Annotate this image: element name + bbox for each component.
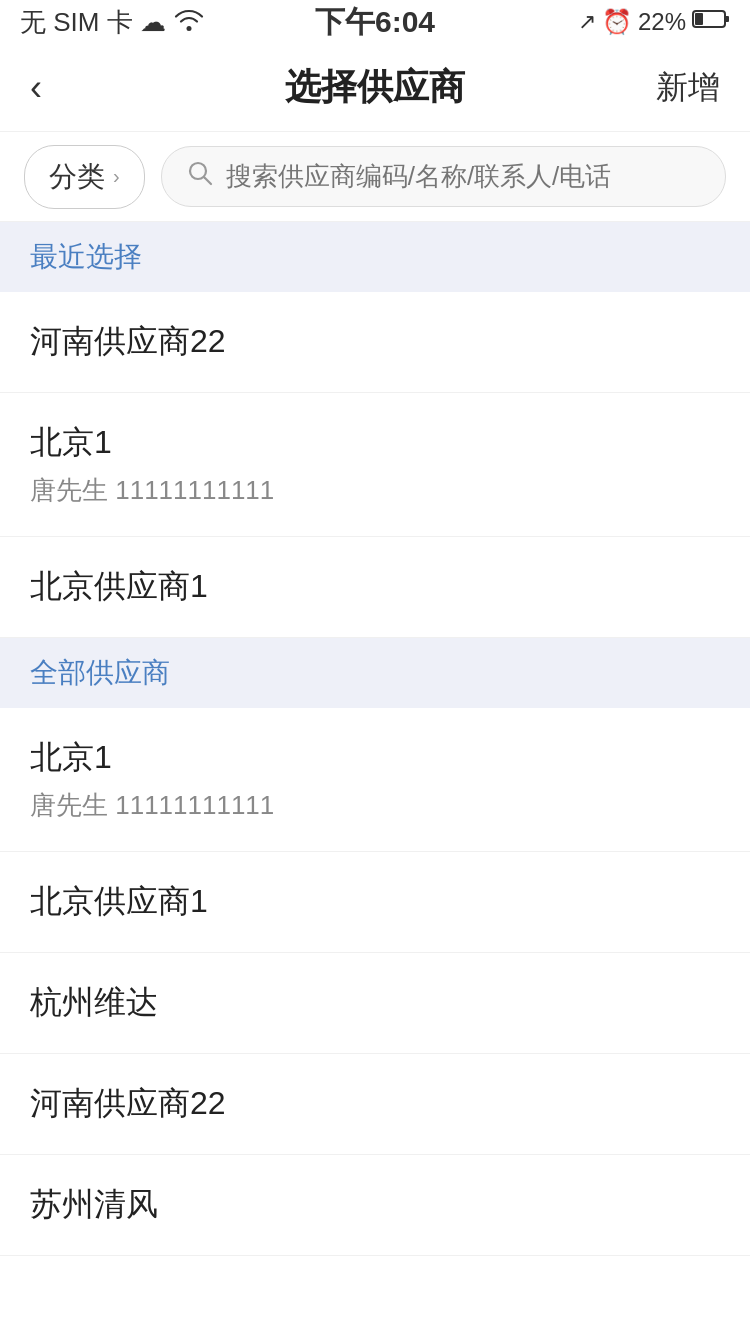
item-name: 河南供应商22 [30, 1082, 720, 1126]
svg-point-3 [190, 163, 206, 179]
recent-section-label: 最近选择 [30, 241, 142, 272]
item-name: 河南供应商22 [30, 320, 720, 364]
add-button[interactable]: 新增 [656, 66, 720, 110]
svg-rect-1 [725, 16, 729, 22]
filter-bar: 分类 › [0, 132, 750, 222]
item-name: 苏州清风 [30, 1183, 720, 1227]
location-icon: ↗ [578, 9, 596, 35]
recent-section-header: 最近选择 [0, 222, 750, 292]
svg-rect-2 [695, 13, 703, 25]
chevron-right-icon: › [113, 165, 120, 188]
page-title: 选择供应商 [285, 63, 465, 112]
no-sim-text: 无 SIM 卡 ☁ [20, 5, 166, 40]
status-bar: 无 SIM 卡 ☁ 下午6:04 ↗ ⏰ 22% [0, 0, 750, 44]
all-list-item[interactable]: 河南供应商22 [0, 1054, 750, 1155]
battery-text: 22% [638, 8, 686, 36]
all-list-item[interactable]: 北京1 唐先生 11111111111 [0, 708, 750, 852]
battery-icon [692, 8, 730, 36]
category-button[interactable]: 分类 › [24, 145, 145, 209]
all-section-header: 全部供应商 [0, 638, 750, 708]
alarm-icon: ⏰ [602, 8, 632, 36]
item-name: 北京供应商1 [30, 565, 720, 609]
status-time: 下午6:04 [315, 2, 435, 43]
all-section-label: 全部供应商 [30, 657, 170, 688]
status-left: 无 SIM 卡 ☁ [20, 5, 204, 40]
item-name: 北京1 [30, 736, 720, 780]
search-icon [186, 159, 214, 194]
svg-line-4 [204, 178, 211, 185]
all-list-item[interactable]: 苏州清风 [0, 1155, 750, 1256]
wifi-icon [174, 7, 204, 38]
item-name: 杭州维达 [30, 981, 720, 1025]
item-sub: 唐先生 11111111111 [30, 788, 720, 823]
category-label: 分类 [49, 158, 105, 196]
all-list-item[interactable]: 北京供应商1 [0, 852, 750, 953]
status-right: ↗ ⏰ 22% [578, 8, 730, 36]
back-button[interactable]: ‹ [20, 57, 52, 119]
item-sub: 唐先生 11111111111 [30, 473, 720, 508]
recent-items-list: 河南供应商22 北京1 唐先生 11111111111 北京供应商1 [0, 292, 750, 638]
all-items-list: 北京1 唐先生 11111111111 北京供应商1 杭州维达河南供应商22 苏州清风 [0, 708, 750, 1256]
item-name: 北京供应商1 [30, 880, 720, 924]
nav-bar: ‹ 选择供应商 新增 [0, 44, 750, 132]
recent-list-item[interactable]: 北京供应商1 [0, 537, 750, 638]
all-list-item[interactable]: 杭州维达 [0, 953, 750, 1054]
recent-list-item[interactable]: 河南供应商22 [0, 292, 750, 393]
search-input[interactable] [226, 161, 701, 192]
search-box [161, 146, 726, 207]
recent-list-item[interactable]: 北京1 唐先生 11111111111 [0, 393, 750, 537]
item-name: 北京1 [30, 421, 720, 465]
